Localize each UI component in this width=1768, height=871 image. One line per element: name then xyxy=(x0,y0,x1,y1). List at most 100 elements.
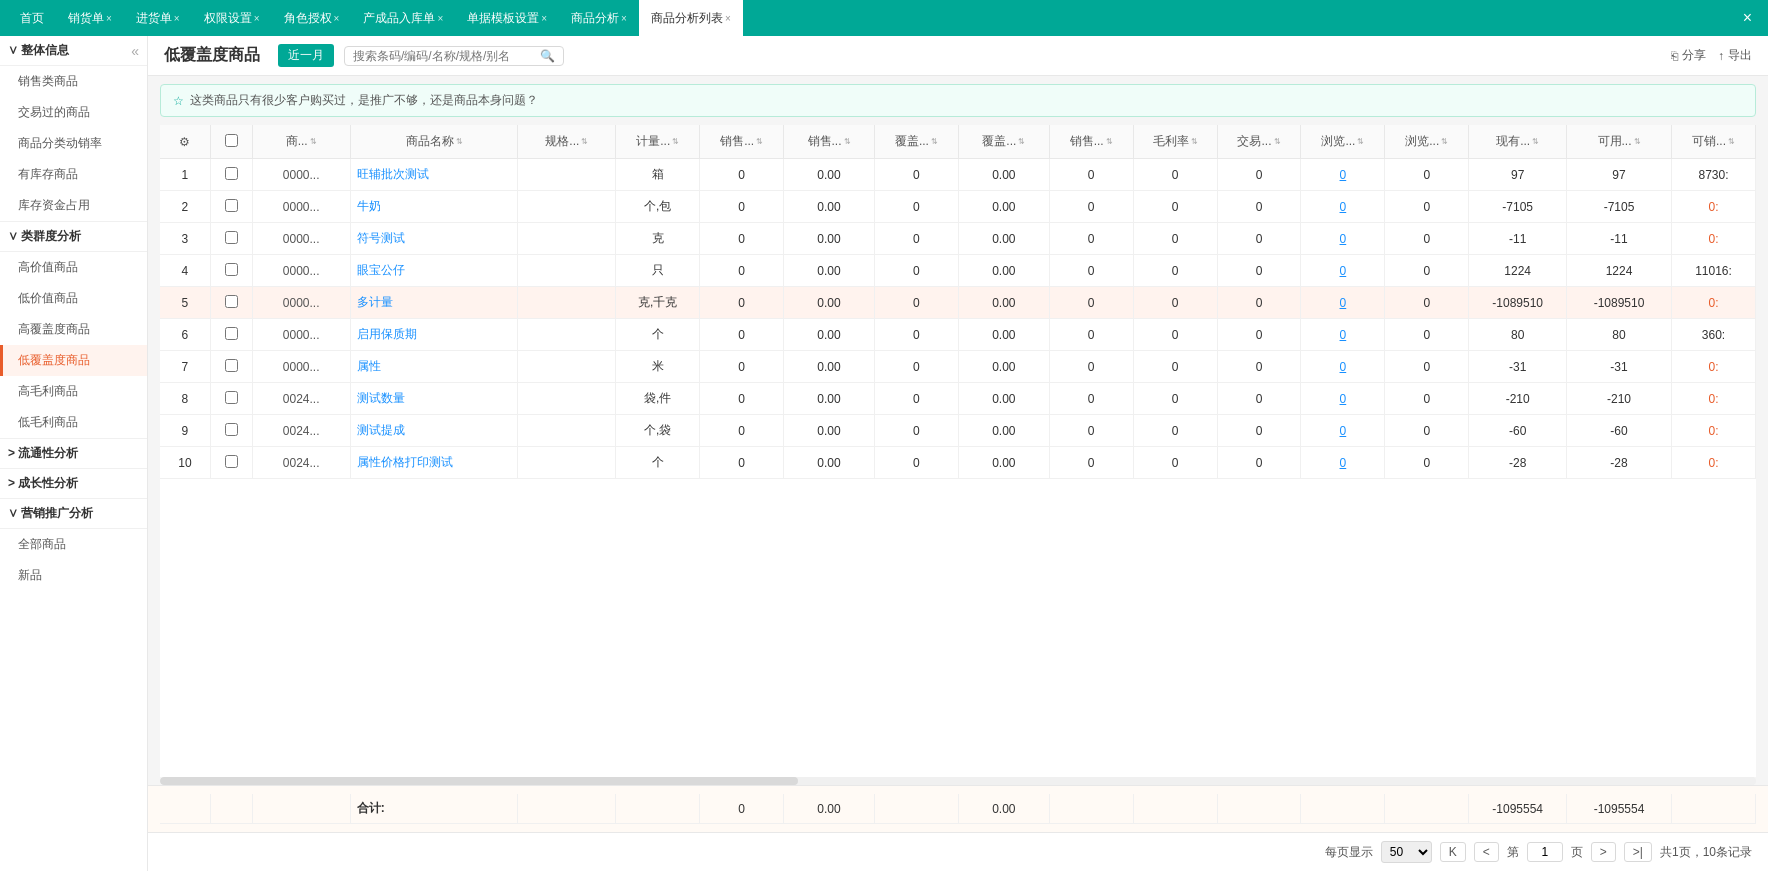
row-name-3[interactable]: 符号测试 xyxy=(350,223,518,255)
sidebar-item-high-value[interactable]: 高价值商品 xyxy=(0,252,147,283)
col-gross-rate[interactable]: 毛利率⇅ xyxy=(1133,125,1217,159)
row-browse1-4[interactable]: 0 xyxy=(1301,255,1385,287)
row-name-7[interactable]: 属性 xyxy=(350,351,518,383)
row-browse1-8[interactable]: 0 xyxy=(1301,383,1385,415)
row-name-9[interactable]: 测试提成 xyxy=(350,415,518,447)
row-browse1-9[interactable]: 0 xyxy=(1301,415,1385,447)
first-page-btn[interactable]: K xyxy=(1440,842,1466,862)
row-checkbox-9[interactable] xyxy=(210,415,252,447)
col-sales-amt[interactable]: 销售...⇅ xyxy=(784,125,875,159)
row-browse1-5[interactable]: 0 xyxy=(1301,287,1385,319)
sidebar-section1-header[interactable]: ∨ 整体信息 xyxy=(8,42,69,59)
col-coverage1[interactable]: 覆盖...⇅ xyxy=(874,125,958,159)
nav-role-auth[interactable]: 角色授权 × xyxy=(272,0,352,36)
nav-close-product-analysis-list[interactable]: × xyxy=(725,13,731,24)
sidebar-item-low-coverage[interactable]: 低覆盖度商品 xyxy=(0,345,147,376)
horizontal-scrollbar[interactable] xyxy=(160,777,1756,785)
nav-close-template-settings[interactable]: × xyxy=(541,13,547,24)
row-name-5[interactable]: 多计量 xyxy=(350,287,518,319)
sidebar-item-traded-goods[interactable]: 交易过的商品 xyxy=(0,97,147,128)
sidebar-item-all-goods[interactable]: 全部商品 xyxy=(0,529,147,560)
sidebar-item-stock-capital[interactable]: 库存资金占用 xyxy=(0,190,147,221)
row-checkbox-3[interactable] xyxy=(210,223,252,255)
row-browse1-2[interactable]: 0 xyxy=(1301,191,1385,223)
row-checkbox-8[interactable] xyxy=(210,383,252,415)
nav-close-purchase-order[interactable]: × xyxy=(174,13,180,24)
row-browse1-7[interactable]: 0 xyxy=(1301,351,1385,383)
sidebar-item-sales-goods[interactable]: 销售类商品 xyxy=(0,66,147,97)
next-page-btn[interactable]: > xyxy=(1591,842,1616,862)
last-page-btn[interactable]: >| xyxy=(1624,842,1652,862)
row-checkbox-10[interactable] xyxy=(210,447,252,479)
row-name-10[interactable]: 属性价格打印测试 xyxy=(350,447,518,479)
nav-product-inbound[interactable]: 产成品入库单 × xyxy=(351,0,455,36)
col-unit[interactable]: 计量...⇅ xyxy=(616,125,700,159)
sidebar-item-instock-goods[interactable]: 有库存商品 xyxy=(0,159,147,190)
sidebar-section5-header[interactable]: ∨ 营销推广分析 xyxy=(8,505,93,522)
window-close-button[interactable]: × xyxy=(1735,9,1760,27)
sidebar-section2-header[interactable]: ∨ 类群度分析 xyxy=(8,228,81,245)
sidebar-item-low-value[interactable]: 低价值商品 xyxy=(0,283,147,314)
col-browse2[interactable]: 浏览...⇅ xyxy=(1385,125,1469,159)
row-checkbox-5[interactable] xyxy=(210,287,252,319)
row-checkbox-7[interactable] xyxy=(210,351,252,383)
search-icon[interactable]: 🔍 xyxy=(540,49,555,63)
share-button[interactable]: ⎗ 分享 xyxy=(1671,47,1706,64)
sidebar-item-low-margin[interactable]: 低毛利商品 xyxy=(0,407,147,438)
sidebar-item-high-coverage[interactable]: 高覆盖度商品 xyxy=(0,314,147,345)
col-coverage2[interactable]: 覆盖...⇅ xyxy=(958,125,1049,159)
col-saleable[interactable]: 可销...⇅ xyxy=(1671,125,1755,159)
col-available[interactable]: 可用...⇅ xyxy=(1567,125,1672,159)
row-name-6[interactable]: 启用保质期 xyxy=(350,319,518,351)
nav-close-sales-order[interactable]: × xyxy=(106,13,112,24)
col-code[interactable]: 商...⇅ xyxy=(252,125,350,159)
nav-product-analysis-list[interactable]: 商品分析列表 × xyxy=(639,0,743,36)
date-filter-btn[interactable]: 近一月 xyxy=(278,44,334,67)
row-browse1-6[interactable]: 0 xyxy=(1301,319,1385,351)
nav-close-permissions[interactable]: × xyxy=(254,13,260,24)
nav-purchase-order[interactable]: 进货单 × xyxy=(124,0,192,36)
select-all-checkbox[interactable] xyxy=(225,134,238,147)
row-checkbox-1[interactable] xyxy=(210,159,252,191)
row-name-8[interactable]: 测试数量 xyxy=(350,383,518,415)
row-name-4[interactable]: 眼宝公仔 xyxy=(350,255,518,287)
row-browse1-3[interactable]: 0 xyxy=(1301,223,1385,255)
nav-sales-order[interactable]: 销货单 × xyxy=(56,0,124,36)
col-browse1[interactable]: 浏览...⇅ xyxy=(1301,125,1385,159)
page-size-select[interactable]: 50 100 200 xyxy=(1381,841,1432,863)
sidebar-item-new-goods[interactable]: 新品 xyxy=(0,560,147,591)
search-input[interactable] xyxy=(353,49,536,63)
nav-close-product-analysis[interactable]: × xyxy=(621,13,627,24)
nav-product-analysis[interactable]: 商品分析 × xyxy=(559,0,639,36)
row-browse1-10[interactable]: 0 xyxy=(1301,447,1385,479)
nav-close-role-auth[interactable]: × xyxy=(334,13,340,24)
col-settings[interactable]: ⚙ xyxy=(160,125,210,159)
col-current[interactable]: 现有...⇅ xyxy=(1469,125,1567,159)
row-checkbox-4[interactable] xyxy=(210,255,252,287)
nav-close-product-inbound[interactable]: × xyxy=(437,13,443,24)
export-button[interactable]: ↑ 导出 xyxy=(1718,47,1752,64)
sidebar-item-high-margin[interactable]: 高毛利商品 xyxy=(0,376,147,407)
sidebar-item-category-rate[interactable]: 商品分类动销率 xyxy=(0,128,147,159)
sidebar-collapse-btn[interactable]: « xyxy=(131,43,139,59)
nav-home[interactable]: 首页 xyxy=(8,0,56,36)
row-name-2[interactable]: 牛奶 xyxy=(350,191,518,223)
nav-template-settings[interactable]: 单据模板设置 × xyxy=(455,0,559,36)
row-browse2-8: 0 xyxy=(1385,383,1469,415)
prev-page-btn[interactable]: < xyxy=(1474,842,1499,862)
row-name-1[interactable]: 旺辅批次测试 xyxy=(350,159,518,191)
col-sales-x[interactable]: 销售...⇅ xyxy=(1049,125,1133,159)
col-spec[interactable]: 规格...⇅ xyxy=(518,125,616,159)
row-checkbox-2[interactable] xyxy=(210,191,252,223)
settings-icon[interactable]: ⚙ xyxy=(179,135,190,149)
sidebar-section4-header[interactable]: > 成长性分析 xyxy=(8,475,78,492)
scrollbar-thumb[interactable] xyxy=(160,777,798,785)
nav-permissions[interactable]: 权限设置 × xyxy=(192,0,272,36)
row-checkbox-6[interactable] xyxy=(210,319,252,351)
sidebar-section3-header[interactable]: > 流通性分析 xyxy=(8,445,78,462)
page-input[interactable] xyxy=(1527,842,1563,862)
row-browse1-1[interactable]: 0 xyxy=(1301,159,1385,191)
col-sales-qty[interactable]: 销售...⇅ xyxy=(700,125,784,159)
col-name[interactable]: 商品名称⇅ xyxy=(350,125,518,159)
col-trade[interactable]: 交易...⇅ xyxy=(1217,125,1301,159)
